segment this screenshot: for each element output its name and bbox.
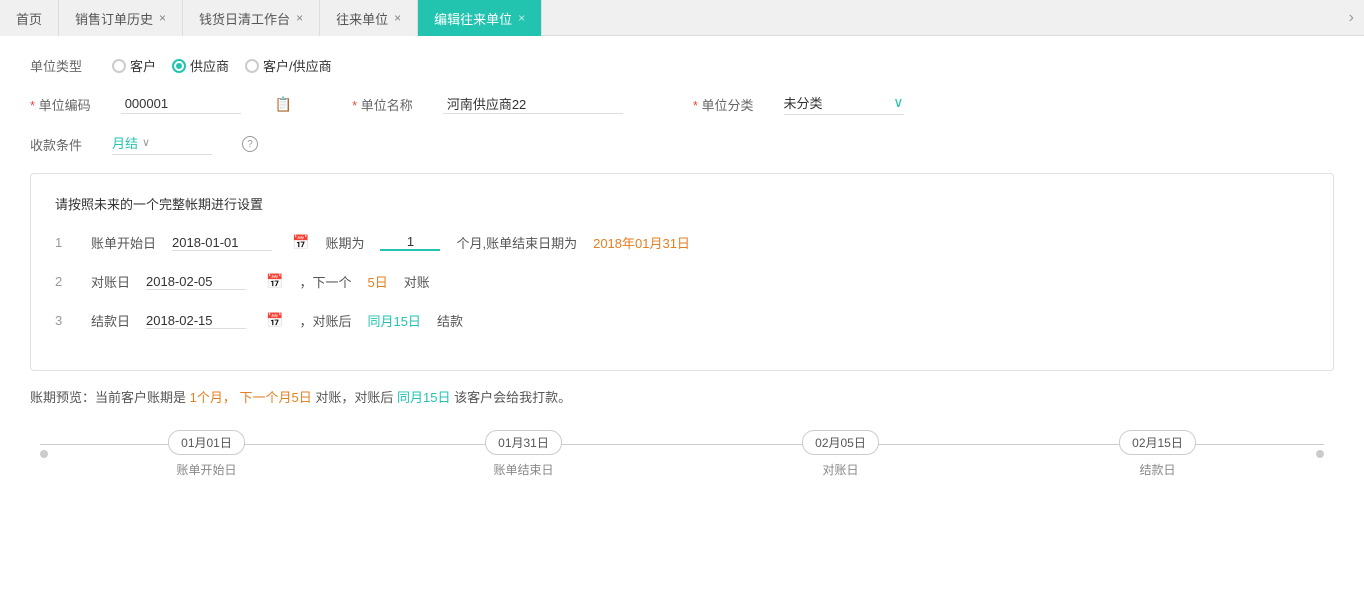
period-section: 请按照未来的一个完整帐期进行设置 1 账单开始日 📅 账期为 个月,账单结束日期… xyxy=(30,173,1334,371)
tab-home-label: 首页 xyxy=(16,9,42,28)
tab-sales-history[interactable]: 销售订单历史 × xyxy=(59,0,183,36)
unit-code-calendar-icon[interactable]: 📋 xyxy=(275,96,292,113)
radio-both-circle xyxy=(245,59,259,73)
main-content: 单位类型 客户 供应商 客户/供应商 单位编码 📋 单位名称 单位分类 xyxy=(0,36,1364,608)
period-row-2: 2 对账日 📅 ，下一个 5日 对账 xyxy=(55,272,1309,291)
radio-customer[interactable]: 客户 xyxy=(112,56,156,75)
payment-help-icon[interactable]: ? xyxy=(242,136,258,152)
unit-category-value: 未分类 xyxy=(784,93,890,112)
tab-home[interactable]: 首页 xyxy=(0,0,59,36)
timeline-item-2: 01月31日 账单结束日 xyxy=(485,430,562,478)
radio-supplier-label: 供应商 xyxy=(190,56,229,75)
timeline-badge-1: 01月01日 xyxy=(168,430,245,455)
period-suffix-1: 个月,账单结束日期为 xyxy=(456,233,577,252)
preview-mid: 对账，对账后 xyxy=(315,390,393,405)
preview-text: 账期预览：当前客户账期是 1个月， 下一个月5日 对账，对账后 同月15日 该客… xyxy=(30,387,1334,406)
unit-category-arrow-icon[interactable]: ∨ xyxy=(893,94,903,111)
timeline-items: 01月01日 账单开始日 01月31日 账单结束日 02月05日 对账日 02月… xyxy=(48,430,1316,478)
period-date-1[interactable] xyxy=(172,235,272,251)
timeline-item-1: 01月01日 账单开始日 xyxy=(168,430,245,478)
period-date-2[interactable] xyxy=(146,274,246,290)
radio-customer-circle xyxy=(112,59,126,73)
radio-both-label: 客户/供应商 xyxy=(263,56,332,75)
timeline-label-4: 结款日 xyxy=(1139,461,1175,478)
tab-cash-work[interactable]: 钱货日清工作台 × xyxy=(183,0,320,36)
period-date-3[interactable] xyxy=(146,313,246,329)
period-num-1: 1 xyxy=(55,235,75,250)
unit-name-label: 单位名称 xyxy=(352,95,413,114)
unit-name-input[interactable] xyxy=(443,94,623,114)
tab-sales-history-close[interactable]: × xyxy=(159,11,166,25)
unit-category-select[interactable]: 未分类 ∨ xyxy=(784,93,904,115)
payment-condition-label: 收款条件 xyxy=(30,135,82,154)
tab-edit-partner-close[interactable]: × xyxy=(518,11,525,25)
preview-suffix: 该客户会给我打款。 xyxy=(454,390,571,405)
period-end-date: 2018年01月31日 xyxy=(593,233,690,252)
payment-condition-value: 月结 xyxy=(112,133,138,152)
radio-both[interactable]: 客户/供应商 xyxy=(245,56,332,75)
radio-supplier-circle xyxy=(172,59,186,73)
preview-part1: 1个月， xyxy=(190,390,236,405)
timeline-label-3: 对账日 xyxy=(822,461,858,478)
period-label-1: 账单开始日 xyxy=(91,233,156,252)
period-month-input[interactable] xyxy=(380,234,440,251)
tab-sales-history-label: 销售订单历史 xyxy=(75,9,153,28)
period-label-2: 对账日 xyxy=(91,272,130,291)
period-desc-3b: 结款 xyxy=(437,311,463,330)
period-cal-3[interactable]: 📅 xyxy=(266,312,283,329)
timeline-item-3: 02月05日 对账日 xyxy=(802,430,879,478)
unit-type-row: 单位类型 客户 供应商 客户/供应商 xyxy=(30,56,1334,75)
timeline-label-1: 账单开始日 xyxy=(176,461,236,478)
unit-code-input[interactable] xyxy=(121,94,241,114)
period-mid-text-1: 账期为 xyxy=(325,233,364,252)
unit-type-label: 单位类型 xyxy=(30,56,82,75)
payment-condition-dropdown[interactable]: 月结 ∨ xyxy=(112,133,212,155)
tab-partners-close[interactable]: × xyxy=(394,11,401,25)
timeline-end-dot xyxy=(1316,450,1324,458)
tab-cash-work-close[interactable]: × xyxy=(296,11,303,25)
period-desc-2b: 对账 xyxy=(404,272,430,291)
timeline-label-2: 账单结束日 xyxy=(493,461,553,478)
period-label-3: 结款日 xyxy=(91,311,130,330)
timeline-badge-2: 01月31日 xyxy=(485,430,562,455)
radio-supplier-dot xyxy=(176,63,182,69)
period-row-3: 3 结款日 📅 ，对账后 同月15日 结款 xyxy=(55,311,1309,330)
tab-edit-partner[interactable]: 编辑往来单位 × xyxy=(418,0,542,36)
timeline-badge-4: 02月15日 xyxy=(1119,430,1196,455)
payment-row: 收款条件 月结 ∨ ? xyxy=(30,133,1334,155)
tabs-scroll-right[interactable]: › xyxy=(1339,0,1364,35)
timeline-badge-3: 02月05日 xyxy=(802,430,879,455)
timeline: 01月01日 账单开始日 01月31日 账单结束日 02月05日 对账日 02月… xyxy=(30,430,1334,478)
period-day-2: 5日 xyxy=(367,272,387,291)
period-desc-2a: ，下一个 xyxy=(299,272,351,291)
timeline-start-dot xyxy=(40,450,48,458)
section-title: 请按照未来的一个完整帐期进行设置 xyxy=(55,194,1309,213)
unit-info-row: 单位编码 📋 单位名称 单位分类 未分类 ∨ xyxy=(30,93,1334,115)
tab-edit-partner-label: 编辑往来单位 xyxy=(434,9,512,28)
unit-code-label: 单位编码 xyxy=(30,95,91,114)
tab-cash-work-label: 钱货日清工作台 xyxy=(199,9,290,28)
period-cal-2[interactable]: 📅 xyxy=(266,273,283,290)
period-row-1: 1 账单开始日 📅 账期为 个月,账单结束日期为 2018年01月31日 xyxy=(55,233,1309,252)
period-day-3: 同月15日 xyxy=(367,311,420,330)
preview-prefix: 账期预览：当前客户账期是 xyxy=(30,390,186,405)
period-desc-3a: ，对账后 xyxy=(299,311,351,330)
payment-condition-arrow-icon[interactable]: ∨ xyxy=(142,136,150,149)
timeline-item-4: 02月15日 结款日 xyxy=(1119,430,1196,478)
radio-customer-label: 客户 xyxy=(130,56,156,75)
unit-category-label: 单位分类 xyxy=(693,95,754,114)
period-num-3: 3 xyxy=(55,313,75,328)
tab-partners[interactable]: 往来单位 × xyxy=(320,0,418,36)
preview-part2: 下一个月5日 xyxy=(240,390,312,405)
preview-part3: 同月15日 xyxy=(397,390,450,405)
tabs-bar: 首页 销售订单历史 × 钱货日清工作台 × 往来单位 × 编辑往来单位 × › xyxy=(0,0,1364,36)
tab-partners-label: 往来单位 xyxy=(336,9,388,28)
unit-type-radio-group: 客户 供应商 客户/供应商 xyxy=(112,56,332,75)
period-num-2: 2 xyxy=(55,274,75,289)
radio-supplier[interactable]: 供应商 xyxy=(172,56,229,75)
period-cal-1[interactable]: 📅 xyxy=(292,234,309,251)
